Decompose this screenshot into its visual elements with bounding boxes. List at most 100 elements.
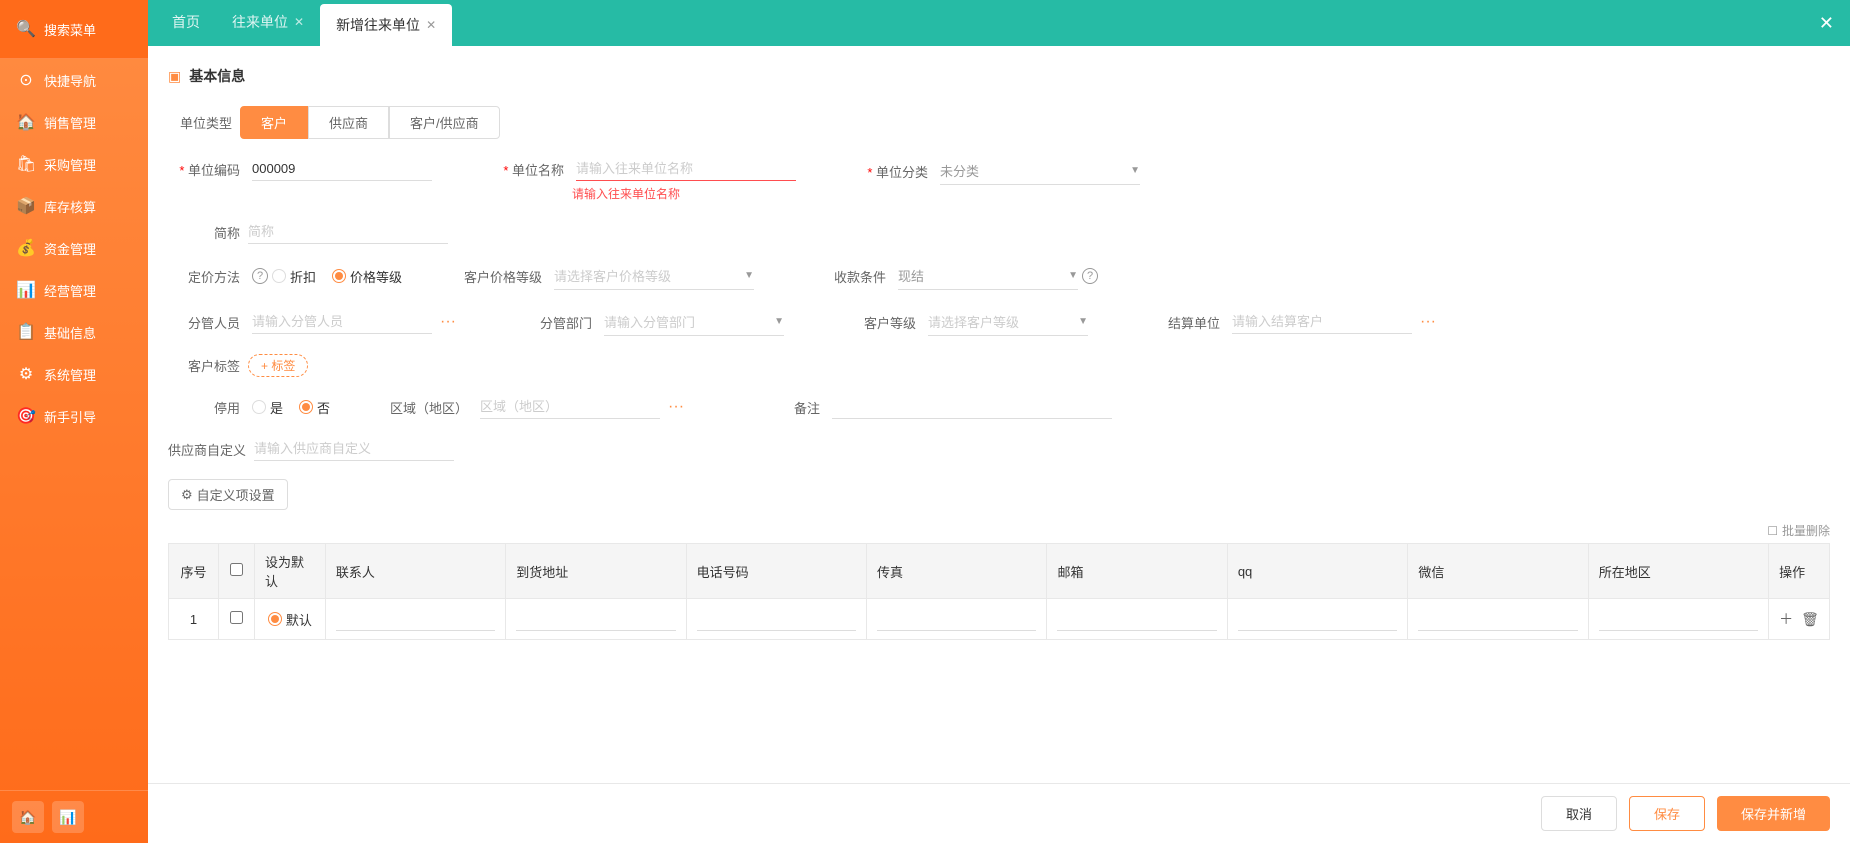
row-default[interactable]: 默认 <box>255 599 326 640</box>
sidebar-item-search[interactable]: 🔍 搜索菜单 <box>0 8 148 50</box>
save-button[interactable]: 保存 <box>1629 796 1705 831</box>
tab-new-partner[interactable]: 新增往来单位 ✕ <box>320 4 452 46</box>
dept-select[interactable]: 请输入分管部门 ▼ <box>604 308 784 336</box>
price-level-arrow-icon: ▼ <box>744 270 754 281</box>
sidebar-item-guide[interactable]: 🎯 新手引导 <box>0 395 148 437</box>
pricing-label: 定价方法 <box>168 267 248 286</box>
sidebar-item-label: 经营管理 <box>44 281 96 300</box>
cancel-button[interactable]: 取消 <box>1541 796 1617 831</box>
add-row-btn[interactable]: ＋ <box>1779 609 1793 629</box>
disable-region-row: 停用 是 否 区域（地区） ··· <box>168 395 1830 419</box>
row-seq: 1 <box>169 599 219 640</box>
supplier-custom-input[interactable] <box>254 437 454 461</box>
settlement-label: 结算单位 <box>1148 313 1228 332</box>
payment-terms-select[interactable]: 现结 ▼ <box>898 262 1078 290</box>
tab-partner[interactable]: 往来单位 ✕ <box>216 0 320 46</box>
default-radio-item[interactable]: 默认 <box>265 610 315 629</box>
save-new-button[interactable]: 保存并新增 <box>1717 796 1830 831</box>
name-input[interactable] <box>576 157 796 181</box>
disable-radio-no[interactable]: 否 <box>299 398 330 417</box>
sidebar-item-finance[interactable]: 💰 资金管理 <box>0 227 148 269</box>
customer-level-placeholder: 请选择客户等级 <box>928 312 1078 331</box>
pricing-help-icon[interactable]: ? <box>252 268 268 284</box>
fax-input[interactable] <box>877 607 1036 631</box>
tab-new-partner-close[interactable]: ✕ <box>426 18 436 32</box>
phone-input[interactable] <box>697 607 856 631</box>
row-address[interactable] <box>506 599 686 640</box>
select-all-checkbox[interactable] <box>230 563 243 576</box>
payment-terms-help-icon[interactable]: ? <box>1082 268 1098 284</box>
customer-level-arrow-icon: ▼ <box>1078 316 1088 327</box>
custom-settings-btn[interactable]: ⚙ 自定义项设置 <box>168 479 288 510</box>
customer-price-level-select[interactable]: 请选择客户价格等级 ▼ <box>554 262 754 290</box>
code-input[interactable] <box>252 157 432 181</box>
sidebar-item-purchase[interactable]: 🛍 采购管理 <box>0 143 148 185</box>
col-action: 操作 <box>1769 544 1830 599</box>
short-name-input[interactable] <box>248 220 448 244</box>
remark-input[interactable] <box>832 395 1112 419</box>
manager-more-btn[interactable]: ··· <box>436 313 460 331</box>
col-checkbox[interactable] <box>219 544 255 599</box>
row-phone[interactable] <box>686 599 866 640</box>
batch-delete-btn[interactable]: ☐ 批量删除 <box>168 522 1830 539</box>
tab-home-label: 首页 <box>172 12 200 32</box>
delete-row-btn[interactable]: 🗑 <box>1801 611 1819 628</box>
basic-icon: 📋 <box>16 322 36 342</box>
customer-level-select[interactable]: 请选择客户等级 ▼ <box>928 308 1088 336</box>
name-label: 单位名称 <box>492 160 572 179</box>
sidebar-item-label: 新手引导 <box>44 407 96 426</box>
pricing-radio-level[interactable]: 价格等级 <box>332 267 402 286</box>
type-btn-customer[interactable]: 客户 <box>240 106 308 139</box>
customer-tag-label: 客户标签 <box>168 356 248 375</box>
row-email[interactable] <box>1047 599 1227 640</box>
row-wechat[interactable] <box>1408 599 1588 640</box>
batch-delete-label: 批量删除 <box>1782 522 1830 539</box>
row-fax[interactable] <box>867 599 1047 640</box>
disable-radio-yes[interactable]: 是 <box>252 398 283 417</box>
short-name-label: 简称 <box>168 223 248 242</box>
type-btn-supplier[interactable]: 供应商 <box>308 106 389 139</box>
sidebar-item-operations[interactable]: 📊 经营管理 <box>0 269 148 311</box>
wechat-input[interactable] <box>1418 607 1577 631</box>
sidebar-item-sales[interactable]: 🏠 销售管理 <box>0 101 148 143</box>
region-input[interactable] <box>480 395 660 419</box>
discount-label: 折扣 <box>290 267 316 286</box>
pricing-radio-group: 折扣 价格等级 <box>272 267 402 286</box>
sidebar-item-system[interactable]: ⚙ 系统管理 <box>0 353 148 395</box>
region-more-btn[interactable]: ··· <box>664 398 688 416</box>
category-select[interactable]: 未分类 ▼ <box>940 157 1140 185</box>
add-tag-btn[interactable]: + 标签 <box>248 354 308 377</box>
manager-input[interactable] <box>252 310 432 334</box>
sidebar-home-btn[interactable]: 🏠 <box>12 801 44 833</box>
row-select-checkbox[interactable] <box>230 611 243 624</box>
level-radio-circle <box>332 269 346 283</box>
tab-home[interactable]: 首页 <box>156 0 216 46</box>
qq-input[interactable] <box>1238 607 1398 631</box>
manager-label: 分管人员 <box>168 313 248 332</box>
col-fax: 传真 <box>867 544 1047 599</box>
tab-bar-close-btn[interactable]: ✕ <box>1811 13 1842 34</box>
row-checkbox[interactable] <box>219 599 255 640</box>
sidebar-item-inventory[interactable]: 📦 库存核算 <box>0 185 148 227</box>
sidebar-item-quick-nav[interactable]: ⊙ 快捷导航 <box>0 59 148 101</box>
email-input[interactable] <box>1057 607 1216 631</box>
form-content: ▣ 基本信息 单位类型 客户 供应商 客户/供应商 单位编码 <box>148 46 1850 783</box>
contact-input[interactable] <box>336 607 495 631</box>
region-label: 区域（地区） <box>390 398 476 417</box>
settlement-more-btn[interactable]: ··· <box>1416 313 1440 331</box>
row-region[interactable] <box>1588 599 1768 640</box>
address-input[interactable] <box>516 607 675 631</box>
row-contact[interactable] <box>325 599 505 640</box>
tab-bar: 首页 往来单位 ✕ 新增往来单位 ✕ ✕ <box>148 0 1850 46</box>
sidebar-stats-btn[interactable]: 📊 <box>52 801 84 833</box>
type-btn-both[interactable]: 客户/供应商 <box>389 106 500 139</box>
dept-label: 分管部门 <box>520 313 600 332</box>
pricing-radio-discount[interactable]: 折扣 <box>272 267 316 286</box>
settlement-input[interactable] <box>1232 310 1412 334</box>
tab-partner-close[interactable]: ✕ <box>294 15 304 29</box>
region-input-table[interactable] <box>1599 607 1758 631</box>
row-qq[interactable] <box>1227 599 1408 640</box>
sidebar-item-basic[interactable]: 📋 基础信息 <box>0 311 148 353</box>
type-btn-group: 客户 供应商 客户/供应商 <box>240 106 500 139</box>
home-icon: ⊙ <box>16 70 36 90</box>
